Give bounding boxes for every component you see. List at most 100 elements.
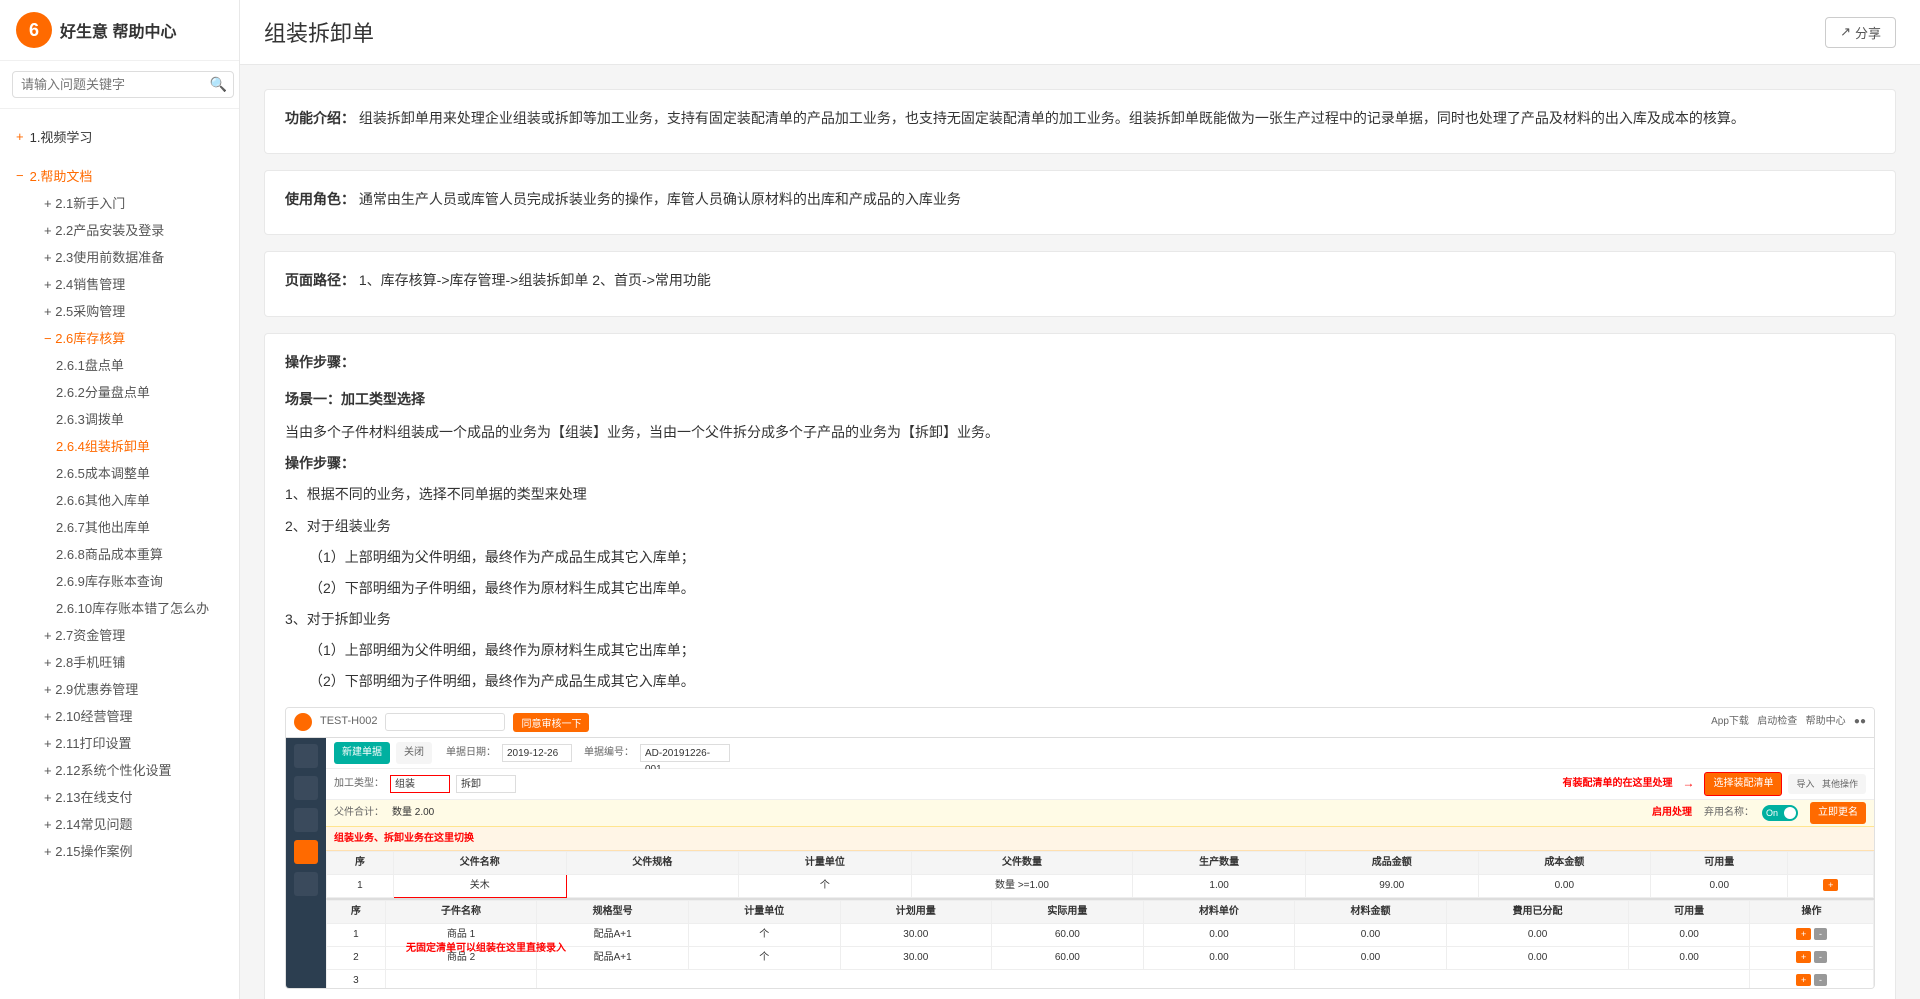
annotation-arrow-1: → <box>1682 773 1694 795</box>
fake-toggle-knob <box>1784 807 1796 819</box>
th-prod: 生产数量 <box>1133 852 1306 875</box>
sidebar-item-261[interactable]: 2.6.1盘点单 <box>48 351 223 378</box>
lower-del-3[interactable]: - <box>1814 974 1827 986</box>
role-card: 使用角色： 通常由生产人员或库管人员完成拆装业务的操作，库管人员确认原材料的出库… <box>264 170 1896 235</box>
sidebar-item-264[interactable]: 2.6.4组装拆卸单 <box>48 432 223 459</box>
ltd-a-2: 0.00 <box>1446 947 1629 970</box>
ops-card: 操作步骤： 场景一：加工类型选择 当由多个子件材料组装成一个成品的业务为【组装】… <box>264 333 1896 999</box>
sidebar-item-video-learning[interactable]: + 1.视频学习 <box>16 123 223 150</box>
th-ops <box>1788 852 1874 875</box>
sidebar-item-265[interactable]: 2.6.5成本调整单 <box>48 459 223 486</box>
lower-del-1[interactable]: - <box>1814 928 1827 940</box>
lower-add-1[interactable]: + <box>1796 928 1811 940</box>
search-bar: 🔍 <box>0 61 239 109</box>
td-spec-1 <box>566 875 739 898</box>
fake-approve-btn[interactable]: 同意审核一下 <box>513 713 589 732</box>
step2-sub2: （2）下部明细为子件明细，最终作为原材料生成其它出库单。 <box>285 576 1875 601</box>
sidebar-item-23[interactable]: + 2.3使用前数据准备 <box>36 243 223 270</box>
fake-save-btn[interactable]: 立即更名 <box>1810 802 1866 824</box>
plus-icon-28: + <box>44 655 55 670</box>
sidebar-item-266[interactable]: 2.6.6其他入库单 <box>48 486 223 513</box>
sidebar-item-215[interactable]: + 2.15操作案例 <box>36 837 223 864</box>
sidebar-item-help-docs[interactable]: − 2.帮助文档 <box>16 162 223 189</box>
ltd-ops-2: + - <box>1749 947 1873 970</box>
lth-act: 实际用量 <box>992 901 1144 924</box>
td-prod-1: 1.00 <box>1133 875 1306 898</box>
fake-tab-close[interactable]: 关闭 <box>396 742 432 764</box>
sidebar-item-212[interactable]: + 2.12系统个性化设置 <box>36 756 223 783</box>
plus-icon-214: + <box>44 817 55 832</box>
fake-toggle[interactable]: On <box>1762 805 1798 821</box>
sidebar-item-263[interactable]: 2.6.3调拨单 <box>48 405 223 432</box>
sidebar-item-211[interactable]: + 2.11打印设置 <box>36 729 223 756</box>
sidebar-item-27[interactable]: + 2.7资金管理 <box>36 621 223 648</box>
th-spec: 父件规格 <box>566 852 739 875</box>
sidebar-item-24[interactable]: + 2.4销售管理 <box>36 270 223 297</box>
lth-cost1: 材料单价 <box>1143 901 1295 924</box>
table-row-1: 1 关木 个 数量 >=1.00 1.00 99.00 0.0 <box>327 875 1874 898</box>
ltd-3: 3 <box>327 970 386 989</box>
fake-other-btn[interactable]: 导入 其他操作 <box>1788 774 1866 794</box>
toggle-on-label: On <box>1766 806 1778 820</box>
fake-content-area: 新建单据 关闭 单据日期： 2019-12-26 单据编号： AD-201912… <box>286 738 1874 989</box>
td-ops-1: + <box>1788 875 1874 898</box>
minus-icon-26: − <box>44 331 55 346</box>
fake-doc-area: 新建单据 关闭 单据日期： 2019-12-26 单据编号： AD-201912… <box>326 738 1874 989</box>
sidebar-item-29[interactable]: + 2.9优惠券管理 <box>36 675 223 702</box>
fake-doc-body: 加工类型： 组装 拆卸 有装配清单的在这里处理 → 选择装配清单 导入 其他操作 <box>326 769 1874 989</box>
annotation-3-label: 组装业务、拆卸业务在这里切换 <box>334 833 474 844</box>
sidebar-item-268[interactable]: 2.6.8商品成本重算 <box>48 540 223 567</box>
sidebar-item-214[interactable]: + 2.14常见问题 <box>36 810 223 837</box>
th-qty: 父件数量 <box>911 852 1133 875</box>
sidebar-item-28[interactable]: + 2.8手机旺铺 <box>36 648 223 675</box>
sidebar-item-210[interactable]: + 2.10经营管理 <box>36 702 223 729</box>
sidebar-nav: + 1.视频学习 − 2.帮助文档 + 2.1新手入门 + 2.2产品安装及登录 <box>0 109 239 999</box>
ltd-1: 1 <box>327 924 386 947</box>
sidebar-item-262[interactable]: 2.6.2分量盘点单 <box>48 378 223 405</box>
sidebar-item-26[interactable]: − 2.6库存核算 <box>36 324 223 351</box>
screenshot-area: TEST-H002 同意审核一下 App下载 启动检查 帮助中心 ●● <box>285 707 1875 990</box>
sidebar-item-269[interactable]: 2.6.9库存账本查询 <box>48 567 223 594</box>
fake-logo-icon <box>294 713 312 731</box>
search-input[interactable] <box>12 71 234 98</box>
step3-sub1: （1）上部明细为父件明细，最终作为原材料生成其它出库单； <box>285 638 1875 663</box>
fake-date-label: 单据日期： <box>446 744 496 762</box>
sidebar-item-25[interactable]: + 2.5采购管理 <box>36 297 223 324</box>
sidebar-label-1: 1.视频学习 <box>30 127 93 146</box>
fake-chajian-field[interactable]: 拆卸 <box>456 775 516 793</box>
sidebar-item-22[interactable]: + 2.2产品安装及登录 <box>36 216 223 243</box>
sidebar-item-21[interactable]: + 2.1新手入门 <box>36 189 223 216</box>
ltd-ops-3: + - <box>1749 970 1873 989</box>
ops-section-title: 操作步骤： <box>285 350 1875 375</box>
fake-doc-toolbar: 新建单据 关闭 单据日期： 2019-12-26 单据编号： AD-201912… <box>326 738 1874 769</box>
ltd-name-3 <box>385 970 537 989</box>
fake-upper-table-wrap: 序 父件名称 父件规格 计量单位 父件数量 生产数量 成品金额 <box>326 851 1874 898</box>
plus-icon-213: + <box>44 790 55 805</box>
lower-add-2[interactable]: + <box>1796 951 1811 963</box>
fake-row-action-1[interactable]: + <box>1823 879 1838 891</box>
plus-icon-29: + <box>44 682 55 697</box>
sidebar-item-213[interactable]: + 2.13在线支付 <box>36 783 223 810</box>
sidebar-item-267[interactable]: 2.6.7其他出库单 <box>48 513 223 540</box>
fake-info-bar: 父件合计： 数量 2.00 启用处理 弃用名称： On <box>326 800 1874 827</box>
fake-peihe-btn[interactable]: 选择装配清单 <box>1704 772 1782 796</box>
step1: 1、根据不同的业务，选择不同单据的类型来处理 <box>285 482 1875 507</box>
fake-info-value: 数量 2.00 <box>392 804 434 822</box>
sidebar-item-2610[interactable]: 2.6.10库存账本错了怎么办 <box>48 594 223 621</box>
func-intro-content: 组装拆卸单用来处理企业组装或拆卸等加工业务，支持有固定装配清单的产品加工业务，也… <box>359 110 1745 126</box>
lth-qty: 计划用量 <box>840 901 992 924</box>
fake-jiagong-field[interactable]: 组装 <box>390 775 450 793</box>
step2-sub1: （1）上部明细为父件明细，最终作为产成品生成其它入库单； <box>285 545 1875 570</box>
th-seq: 序 <box>327 852 394 875</box>
lower-add-3[interactable]: + <box>1796 974 1811 986</box>
th-avail: 可用量 <box>1651 852 1788 875</box>
fake-bill-label: 单据编号： <box>584 744 634 762</box>
role-text: 使用角色： 通常由生产人员或库管人员完成拆装业务的操作，库管人员确认原材料的出库… <box>285 187 1875 212</box>
path-content: 1、库存核算->库存管理->组装拆卸单 2、首页->常用功能 <box>359 272 711 288</box>
share-button[interactable]: ↗ 分享 <box>1825 17 1896 48</box>
lth-cost2: 材料金额 <box>1295 901 1447 924</box>
ltd-act-1: 60.00 <box>992 924 1144 947</box>
lower-del-2[interactable]: - <box>1814 951 1827 963</box>
ltd-2: 2 <box>327 947 386 970</box>
fake-tab-new[interactable]: 新建单据 <box>334 742 390 764</box>
